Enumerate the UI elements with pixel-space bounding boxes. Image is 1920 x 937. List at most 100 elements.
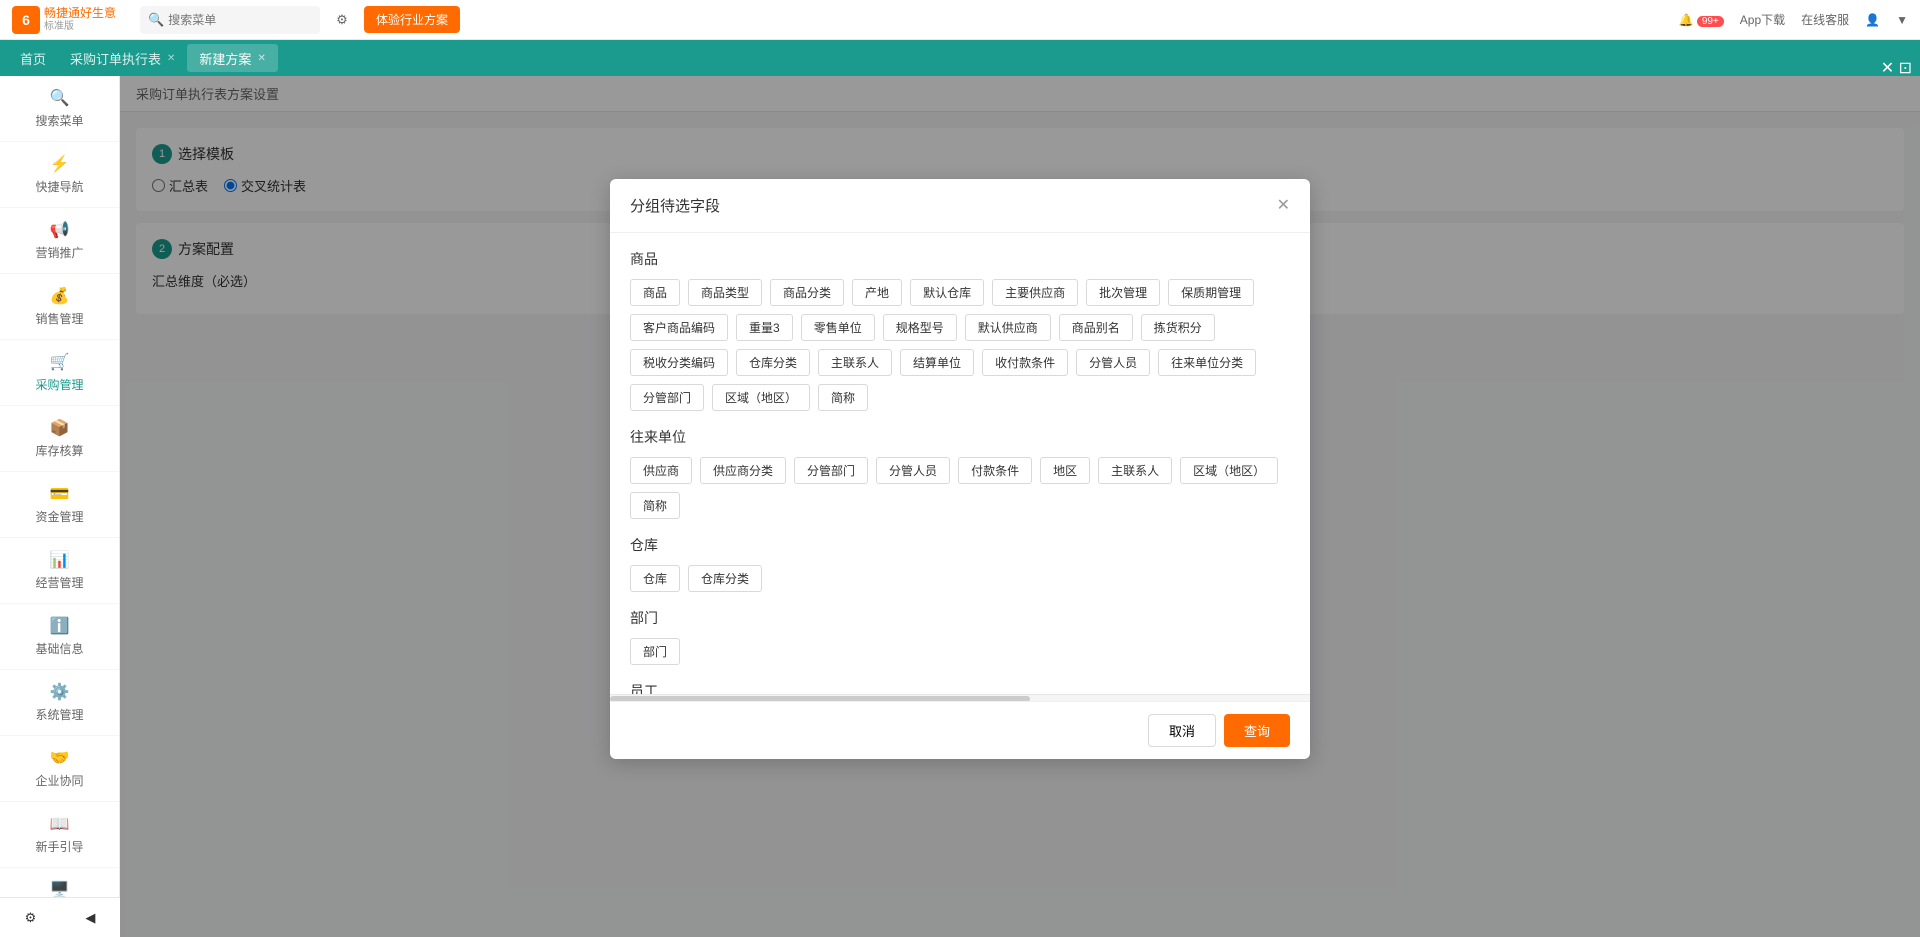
field-tag-规格型号[interactable]: 规格型号: [883, 314, 957, 341]
nav-left: 6 畅捷通好生意 标准版 🔍 ⚙ 体验行业方案: [12, 6, 460, 34]
field-tag-结算单位[interactable]: 结算单位: [900, 349, 974, 376]
field-tag-主联系人[interactable]: 主联系人: [1098, 457, 1172, 484]
sidebar-item-system[interactable]: ⚙️ 系统管理: [0, 670, 119, 736]
sidebar-item-finance[interactable]: 💳 资金管理: [0, 472, 119, 538]
collapse-icon[interactable]: ◀: [85, 910, 95, 926]
inventory-icon: 📦: [50, 418, 70, 438]
field-tag-分管人员[interactable]: 分管人员: [1076, 349, 1150, 376]
modal-body: 商品商品商品类型商品分类产地默认仓库主要供应商批次管理保质期管理客户商品编码重量…: [610, 233, 1310, 695]
modal-header: 分组待选字段 ✕: [610, 179, 1310, 233]
horizontal-scrollbar[interactable]: [610, 694, 1310, 700]
purchase-icon: 🛒: [50, 352, 70, 372]
finance-icon: 💳: [50, 484, 70, 504]
section-往来单位: 往来单位供应商供应商分类分管部门分管人员付款条件地区主联系人区域（地区） 简称: [630, 427, 1290, 519]
field-tag-简称[interactable]: 简称: [818, 384, 868, 411]
field-tag-分管部门[interactable]: 分管部门: [794, 457, 868, 484]
field-tag-拣货积分[interactable]: 拣货积分: [1141, 314, 1215, 341]
field-tag-付款条件[interactable]: 付款条件: [958, 457, 1032, 484]
search-input[interactable]: [168, 13, 288, 27]
section-title: 仓库: [630, 535, 1290, 555]
field-tag-区域（地区）[interactable]: 区域（地区）: [712, 384, 810, 411]
field-tags: 仓库仓库分类: [630, 565, 1290, 592]
user-avatar[interactable]: 👤: [1865, 13, 1880, 27]
sales-icon: 💰: [50, 286, 70, 306]
field-tag-分管人员[interactable]: 分管人员: [876, 457, 950, 484]
field-tag-仓库[interactable]: 仓库: [630, 565, 680, 592]
field-tag-商品类型[interactable]: 商品类型: [688, 279, 762, 306]
sidebar-item-corp-collab[interactable]: 🤝 企业协同: [0, 736, 119, 802]
modal-footer: 取消 查询: [610, 701, 1310, 759]
field-tag-供应商[interactable]: 供应商: [630, 457, 692, 484]
modal-title: 分组待选字段: [630, 195, 720, 216]
field-tag-仓库分类[interactable]: 仓库分类: [736, 349, 810, 376]
section-title: 员工: [630, 681, 1290, 695]
sidebar-item-marketing[interactable]: 📢 营销推广: [0, 208, 119, 274]
field-tag-区域（地区）[interactable]: 区域（地区）: [1180, 457, 1278, 484]
field-tag-简称[interactable]: 简称: [630, 492, 680, 519]
field-tag-仓库分类[interactable]: 仓库分类: [688, 565, 762, 592]
sidebar-item-management[interactable]: 📊 经营管理: [0, 538, 119, 604]
confirm-button[interactable]: 查询: [1224, 714, 1290, 747]
field-tag-供应商分类[interactable]: 供应商分类: [700, 457, 786, 484]
online-service-link[interactable]: 在线客服: [1801, 11, 1849, 28]
field-tag-商品别名[interactable]: 商品别名: [1059, 314, 1133, 341]
management-icon: 📊: [50, 550, 70, 570]
section-商品: 商品商品商品类型商品分类产地默认仓库主要供应商批次管理保质期管理客户商品编码重量…: [630, 249, 1290, 411]
field-tag-批次管理[interactable]: 批次管理: [1086, 279, 1160, 306]
field-tag-产地[interactable]: 产地: [852, 279, 902, 306]
field-tag-往来单位分类[interactable]: 往来单位分类: [1158, 349, 1256, 376]
logo-icon: 6: [12, 6, 40, 34]
field-tag-零售单位[interactable]: 零售单位: [801, 314, 875, 341]
field-tag-收付款条件[interactable]: 收付款条件: [982, 349, 1068, 376]
sidebar-item-search[interactable]: 🔍 搜索菜单: [0, 76, 119, 142]
field-tag-部门[interactable]: 部门: [630, 638, 680, 665]
search-bar[interactable]: 🔍: [140, 6, 320, 34]
notification-badge: 99+: [1697, 16, 1724, 27]
cancel-button[interactable]: 取消: [1148, 714, 1216, 747]
scrollbar-thumb: [610, 696, 1030, 700]
sidebar-item-sales[interactable]: 💰 销售管理: [0, 274, 119, 340]
field-select-modal: 分组待选字段 ✕ 商品商品商品类型商品分类产地默认仓库主要供应商批次管理保质期管…: [610, 179, 1310, 759]
quick-nav-icon: ⚡: [50, 154, 70, 174]
sidebar-item-purchase[interactable]: 🛒 采购管理: [0, 340, 119, 406]
guide-icon: 📖: [50, 814, 70, 834]
sidebar-item-quick-nav[interactable]: ⚡ 快捷导航: [0, 142, 119, 208]
section-员工: 员工业务员: [630, 681, 1290, 695]
field-tags: 供应商供应商分类分管部门分管人员付款条件地区主联系人区域（地区） 简称: [630, 457, 1290, 519]
trial-button[interactable]: 体验行业方案: [364, 6, 460, 33]
field-tag-默认仓库[interactable]: 默认仓库: [910, 279, 984, 306]
search-menu-icon: 🔍: [50, 88, 70, 108]
tab-new-plan[interactable]: 新建方案 ✕: [187, 44, 277, 72]
user-menu[interactable]: ▼: [1896, 13, 1908, 27]
settings-bottom-icon[interactable]: ⚙: [25, 910, 37, 926]
tab-purchase-order[interactable]: 采购订单执行表 ✕: [58, 44, 187, 72]
field-tag-分管部门[interactable]: 分管部门: [630, 384, 704, 411]
sidebar-item-basic-info[interactable]: ℹ️ 基础信息: [0, 604, 119, 670]
sidebar-item-inventory[interactable]: 📦 库存核算: [0, 406, 119, 472]
field-tag-商品[interactable]: 商品: [630, 279, 680, 306]
field-tag-客户商品编码[interactable]: 客户商品编码: [630, 314, 728, 341]
field-tag-保质期管理[interactable]: 保质期管理: [1168, 279, 1254, 306]
field-tag-地区[interactable]: 地区: [1040, 457, 1090, 484]
section-title: 往来单位: [630, 427, 1290, 447]
tab-close-new-plan[interactable]: ✕: [257, 53, 265, 64]
system-icon: ⚙️: [50, 682, 70, 702]
field-tag-主要供应商[interactable]: 主要供应商: [992, 279, 1078, 306]
app-download-link[interactable]: App下载: [1740, 11, 1785, 28]
field-tag-默认供应商[interactable]: 默认供应商: [965, 314, 1051, 341]
field-tag-重量3[interactable]: 重量3: [736, 314, 793, 341]
tab-home[interactable]: 首页: [8, 44, 58, 72]
modal-close-button[interactable]: ✕: [1277, 195, 1290, 215]
field-tag-主联系人[interactable]: 主联系人: [818, 349, 892, 376]
section-title: 商品: [630, 249, 1290, 269]
tab-close-purchase[interactable]: ✕: [167, 53, 175, 64]
settings-button[interactable]: ⚙: [328, 6, 356, 34]
tab-bar: 首页 采购订单执行表 ✕ 新建方案 ✕ ✕ ⊡: [0, 40, 1920, 76]
notification-area[interactable]: 🔔 99+: [1679, 13, 1724, 27]
section-title: 部门: [630, 608, 1290, 628]
tab-bar-close[interactable]: ✕ ⊡: [1881, 58, 1912, 78]
field-tag-税收分类编码[interactable]: 税收分类编码: [630, 349, 728, 376]
field-tag-商品分类[interactable]: 商品分类: [770, 279, 844, 306]
sidebar-item-guide[interactable]: 📖 新手引导: [0, 802, 119, 868]
logo-area: 6 畅捷通好生意 标准版: [12, 6, 132, 34]
